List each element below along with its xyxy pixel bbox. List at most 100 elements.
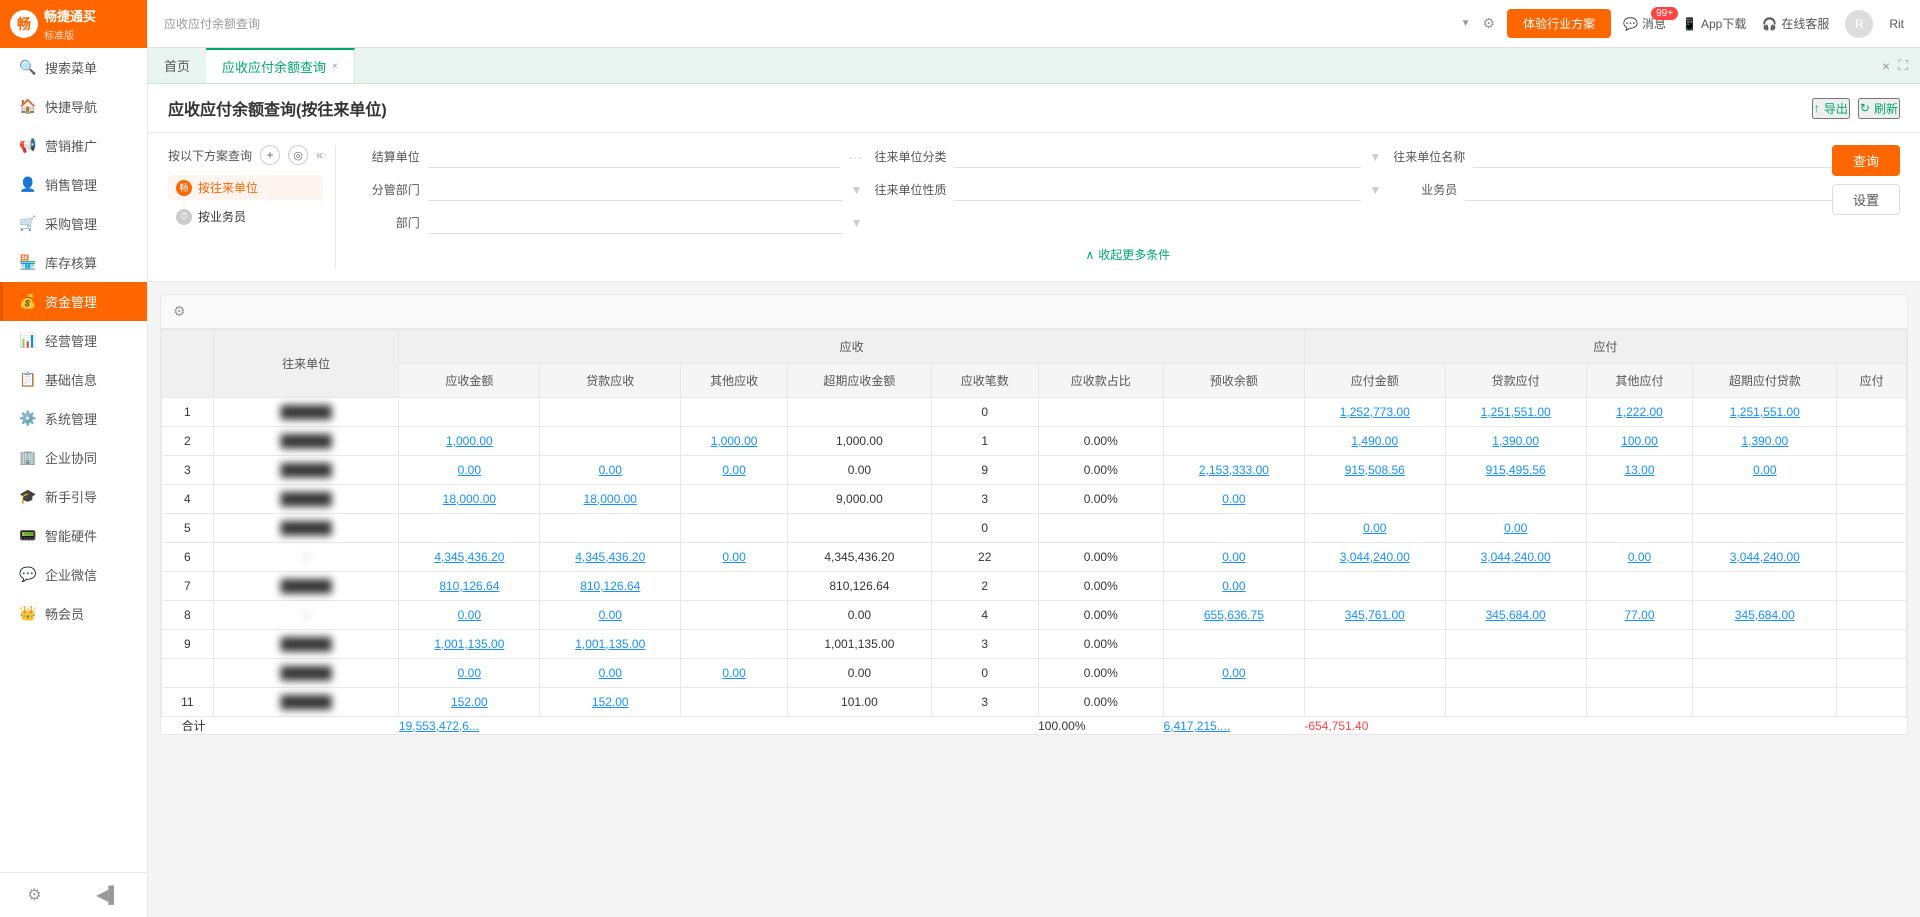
filter-set-button[interactable]: ◎	[288, 145, 308, 165]
sidebar-item-weixin[interactable]: 💬 企业微信	[0, 555, 147, 594]
department-label: 部门	[356, 214, 420, 231]
tab-active[interactable]: 应收应付余额查询 ×	[206, 48, 355, 83]
sidebar-item-sales[interactable]: 👤 销售管理	[0, 165, 147, 204]
table-settings-icon[interactable]: ⚙	[173, 303, 186, 319]
service-icon: 🎧	[1762, 17, 1777, 31]
unit-cell: ██████	[213, 659, 399, 688]
sidebar-item-quicknav[interactable]: 🏠 快捷导航	[0, 87, 147, 126]
sidebar-item-basic[interactable]: 📋 基础信息	[0, 360, 147, 399]
sidebar-item-label: 企业协同	[45, 448, 97, 467]
app-download-button[interactable]: 📱 App下载	[1682, 15, 1746, 32]
dept-input[interactable]	[428, 178, 843, 201]
query-button[interactable]: 查询	[1832, 145, 1900, 176]
col-ap-amount: 应付金额	[1304, 364, 1445, 398]
filter-add-button[interactable]: +	[260, 145, 280, 165]
total-ap-amount: -654,751.40	[1304, 717, 1445, 735]
marketing-icon: 📢	[19, 137, 37, 154]
sidebar-item-operations[interactable]: 📊 经营管理	[0, 321, 147, 360]
breadcrumb: 应收应付余额查询	[164, 15, 1449, 32]
filter-area: 按以下方案查询 + ◎ « 畅 按往来单位 ⏱ 按业务员	[148, 133, 1920, 282]
service-label: 在线客服	[1781, 15, 1829, 32]
unit-category-label: 往来单位分类	[874, 148, 946, 165]
unit-nature-label: 往来单位性质	[874, 181, 946, 198]
sidebar-item-enterprise[interactable]: 🏢 企业协同	[0, 438, 147, 477]
filter-option-label: 按往来单位	[198, 179, 258, 196]
salesperson-input[interactable]	[1465, 178, 1878, 201]
tab-home[interactable]: 首页	[148, 48, 206, 83]
total-ar-prepay[interactable]: 6,417,215....	[1163, 717, 1304, 735]
filter-fields: 结算单位 ··· 往来单位分类 ▼ 往来单位名称	[356, 145, 1900, 269]
filter-option-by-salesperson[interactable]: ⏱ 按业务员	[168, 204, 323, 229]
sidebar-item-guide[interactable]: 🎓 新手引导	[0, 477, 147, 516]
total-ar-amount[interactable]: 19,553,472,6...	[399, 717, 540, 735]
filter-field-salesperson: 业务员 ···	[1393, 178, 1900, 201]
table-row: 7██████810,126.64810,126.64810,126.6420.…	[162, 572, 1907, 601]
message-icon: 💬	[1623, 17, 1638, 31]
filter-active-icon: 畅	[176, 180, 192, 196]
sidebar-item-marketing[interactable]: 📢 营销推广	[0, 126, 147, 165]
tab-close-button[interactable]: ×	[1882, 58, 1890, 74]
sidebar-item-search[interactable]: 🔍 搜索菜单	[0, 48, 147, 87]
app-label: App下载	[1701, 15, 1746, 32]
sidebar-settings-button[interactable]: ⚙	[19, 881, 49, 909]
unit-cell: ██████	[213, 398, 399, 427]
tab-active-label: 应收应付余额查询	[222, 57, 326, 76]
purchase-icon: 🛒	[19, 215, 37, 232]
unit-nature-input[interactable]	[954, 178, 1361, 201]
tab-close-icon[interactable]: ×	[332, 61, 338, 72]
department-input[interactable]	[428, 211, 843, 234]
col-ar-ratio: 应收款占比	[1038, 364, 1163, 398]
sidebar-item-label: 经营管理	[45, 331, 97, 350]
breadcrumb-dropdown-icon[interactable]: ▼	[1461, 18, 1471, 29]
setting-button[interactable]: 设置	[1832, 184, 1900, 215]
tab-fullscreen-button[interactable]: ⛶	[1898, 57, 1908, 74]
unit-category-chevron[interactable]: ▼	[1369, 150, 1381, 164]
col-group-ar: 应收	[399, 330, 1304, 364]
export-label: 导出	[1824, 100, 1848, 117]
unit-nature-chevron[interactable]: ▼	[1369, 183, 1381, 197]
sidebar-item-label: 营销推广	[45, 136, 97, 155]
sidebar-item-purchase[interactable]: 🛒 采购管理	[0, 204, 147, 243]
sidebar-item-member[interactable]: 👑 畅会员	[0, 594, 147, 633]
settlement-unit-dots[interactable]: ···	[848, 149, 862, 165]
header-gear-icon[interactable]: ⚙	[1483, 15, 1496, 32]
sidebar-collapse-button[interactable]: ◀▌	[88, 881, 128, 909]
col-header-num	[162, 330, 214, 398]
trial-button[interactable]: 体验行业方案	[1507, 9, 1611, 38]
sidebar-item-hardware[interactable]: 📟 智能硬件	[0, 516, 147, 555]
sidebar-item-finance[interactable]: 💰 资金管理	[0, 282, 147, 321]
logo-title: 畅捷通买	[44, 6, 96, 25]
unit-category-input[interactable]	[954, 145, 1361, 168]
search-menu-icon: 🔍	[19, 59, 37, 76]
data-table-wrapper: ⚙ 往来单位 应收 应付 应收金额 贷款应收 其他应收 超期应收金额	[160, 294, 1908, 735]
table-scroll[interactable]: 往来单位 应收 应付 应收金额 贷款应收 其他应收 超期应收金额 应收笔数 应收…	[161, 329, 1907, 734]
filter-collapse-label: 收起更多条件	[1098, 246, 1170, 263]
filter-field-unit-nature: 往来单位性质 ▼	[874, 178, 1381, 201]
export-button[interactable]: ↑ 导出	[1812, 98, 1850, 119]
sidebar-item-system[interactable]: ⚙️ 系统管理	[0, 399, 147, 438]
filter-option-by-unit[interactable]: 畅 按往来单位	[168, 175, 323, 200]
tab-actions: × ⛶	[1882, 57, 1920, 74]
table-row: 9██████1,001,135.001,001,135.001,001,135…	[162, 630, 1907, 659]
user-avatar[interactable]: R	[1845, 10, 1873, 38]
logo-icon: 畅	[10, 10, 38, 38]
filter-collapse-button[interactable]: ∧ 收起更多条件	[356, 240, 1900, 269]
settlement-unit-input[interactable]	[428, 145, 841, 168]
col-ar-amount: 应收金额	[399, 364, 540, 398]
col-ar-prepay: 预收余额	[1163, 364, 1304, 398]
department-chevron[interactable]: ▼	[851, 216, 863, 230]
filter-field-settlement: 结算单位 ···	[356, 145, 863, 168]
sidebar-bottom: ⚙ ◀▌	[0, 872, 147, 917]
system-icon: ⚙️	[19, 410, 37, 427]
table-row: ██████0.000.000.000.0000.00%0.00	[162, 659, 1907, 688]
sidebar-item-label: 企业微信	[45, 565, 97, 584]
page-header: 应收应付余额查询(按往来单位) ↑ 导出 ↻ 刷新	[148, 84, 1920, 133]
message-badge: 99+	[1651, 7, 1678, 20]
message-button[interactable]: 💬 消息 99+	[1623, 15, 1666, 32]
refresh-button[interactable]: ↻ 刷新	[1858, 98, 1900, 119]
page-title: 应收应付余额查询(按往来单位)	[168, 96, 387, 120]
sidebar-item-inventory[interactable]: 🏪 库存核算	[0, 243, 147, 282]
filter-collapse-icon[interactable]: «	[316, 148, 323, 162]
dept-chevron[interactable]: ▼	[851, 183, 863, 197]
online-service-button[interactable]: 🎧 在线客服	[1762, 15, 1829, 32]
